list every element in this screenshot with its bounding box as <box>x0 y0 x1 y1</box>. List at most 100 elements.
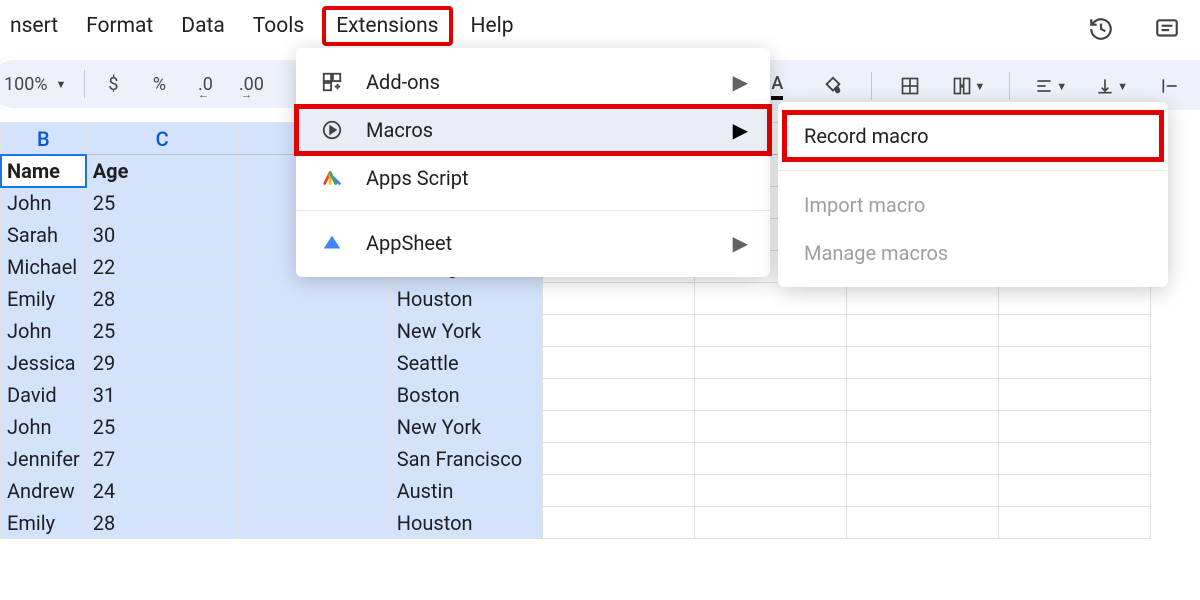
cell[interactable] <box>542 507 694 539</box>
cell[interactable] <box>694 379 846 411</box>
cell[interactable] <box>998 475 1150 507</box>
history-icon[interactable] <box>1088 16 1114 42</box>
cell[interactable]: New York <box>390 411 542 443</box>
menu-item-addons[interactable]: Add-ons ▶ <box>296 58 770 106</box>
cell[interactable]: Name <box>1 155 87 187</box>
fill-color-button[interactable] <box>815 68 851 104</box>
column-header-b[interactable]: B <box>1 123 87 155</box>
cell[interactable]: John <box>1 411 87 443</box>
menu-item-appsheet[interactable]: AppSheet ▶ <box>296 219 770 267</box>
cell[interactable] <box>694 411 846 443</box>
cell[interactable]: 28 <box>86 507 238 539</box>
cell[interactable]: 30 <box>86 219 238 251</box>
cell[interactable]: 25 <box>86 315 238 347</box>
cell[interactable] <box>998 347 1150 379</box>
cell[interactable] <box>846 443 998 475</box>
cell[interactable] <box>238 283 390 315</box>
cell[interactable] <box>542 283 694 315</box>
cell[interactable]: 27 <box>86 443 238 475</box>
text-wrap-button[interactable] <box>1152 68 1188 104</box>
cell[interactable] <box>542 443 694 475</box>
cell[interactable]: David <box>1 379 87 411</box>
cell[interactable]: Sarah <box>1 219 87 251</box>
cell[interactable]: 24 <box>86 475 238 507</box>
cell[interactable]: Houston <box>390 507 542 539</box>
cell[interactable]: Andrew <box>1 475 87 507</box>
cell[interactable] <box>238 507 390 539</box>
cell[interactable] <box>998 379 1150 411</box>
cell[interactable] <box>694 315 846 347</box>
table-row[interactable]: John25 New York <box>1 315 1151 347</box>
cell[interactable]: John <box>1 187 87 219</box>
format-currency-button[interactable]: $ <box>95 66 131 102</box>
cell[interactable] <box>998 411 1150 443</box>
cell[interactable]: Houston <box>390 283 542 315</box>
table-row[interactable]: David31 Boston <box>1 379 1151 411</box>
cell[interactable] <box>542 379 694 411</box>
menu-help[interactable]: Help <box>461 10 524 42</box>
cell[interactable] <box>694 283 846 315</box>
cell[interactable]: Jessica <box>1 347 87 379</box>
cell[interactable]: San Francisco <box>390 443 542 475</box>
format-percent-button[interactable]: % <box>141 66 177 102</box>
table-row[interactable]: Jennifer27 San Francisco <box>1 443 1151 475</box>
cell[interactable]: New York <box>390 315 542 347</box>
menu-item-macros[interactable]: Macros ▶ <box>296 106 770 154</box>
cell[interactable]: Age <box>86 155 238 187</box>
cell[interactable]: Boston <box>390 379 542 411</box>
cell[interactable]: 29 <box>86 347 238 379</box>
cell[interactable] <box>542 411 694 443</box>
cell[interactable]: Emily <box>1 283 87 315</box>
decrease-decimal-button[interactable]: .0← <box>187 66 223 102</box>
table-row[interactable]: Emily28 Houston <box>1 507 1151 539</box>
vertical-align-button[interactable]: ▼ <box>1091 68 1132 104</box>
increase-decimal-button[interactable]: .00→ <box>233 66 269 102</box>
cell[interactable] <box>542 315 694 347</box>
cell[interactable] <box>542 475 694 507</box>
cell[interactable]: 25 <box>86 411 238 443</box>
cell[interactable] <box>694 347 846 379</box>
cell[interactable] <box>846 283 998 315</box>
cell[interactable] <box>238 475 390 507</box>
cell[interactable] <box>542 347 694 379</box>
cell[interactable] <box>846 507 998 539</box>
cell[interactable] <box>238 315 390 347</box>
cell[interactable] <box>694 507 846 539</box>
menu-insert[interactable]: nsert <box>0 10 68 42</box>
cell[interactable] <box>238 347 390 379</box>
zoom-dropdown[interactable]: 100% ▼ <box>0 66 74 102</box>
submenu-record-macro[interactable]: Record macro <box>778 112 1168 160</box>
cell[interactable]: 31 <box>86 379 238 411</box>
cell[interactable] <box>238 411 390 443</box>
cell[interactable]: Austin <box>390 475 542 507</box>
table-row[interactable]: Emily28 Houston <box>1 283 1151 315</box>
cell[interactable] <box>846 379 998 411</box>
cell[interactable] <box>998 315 1150 347</box>
cell[interactable]: 22 <box>86 251 238 283</box>
cell[interactable] <box>238 443 390 475</box>
table-row[interactable]: Jessica29Seattle <box>1 347 1151 379</box>
menu-extensions[interactable]: Extensions <box>322 6 452 46</box>
cell[interactable] <box>846 411 998 443</box>
cell[interactable] <box>694 443 846 475</box>
table-row[interactable]: John25 New York <box>1 411 1151 443</box>
menu-item-apps-script[interactable]: Apps Script <box>296 154 770 202</box>
cell[interactable] <box>998 507 1150 539</box>
cell[interactable] <box>998 443 1150 475</box>
cell[interactable] <box>846 347 998 379</box>
cell[interactable]: Jennifer <box>1 443 87 475</box>
cell[interactable] <box>694 475 846 507</box>
horizontal-align-button[interactable]: ▼ <box>1030 68 1071 104</box>
cell[interactable]: 25 <box>86 187 238 219</box>
table-row[interactable]: Andrew24 Austin <box>1 475 1151 507</box>
merge-cells-button[interactable]: ▼ <box>948 68 989 104</box>
cell[interactable] <box>998 283 1150 315</box>
menu-tools[interactable]: Tools <box>243 10 314 42</box>
column-header-c[interactable]: C <box>86 123 238 155</box>
borders-button[interactable] <box>892 68 928 104</box>
cell[interactable]: 28 <box>86 283 238 315</box>
cell[interactable] <box>238 379 390 411</box>
cell[interactable]: Emily <box>1 507 87 539</box>
cell[interactable]: John <box>1 315 87 347</box>
menu-data[interactable]: Data <box>171 10 235 42</box>
